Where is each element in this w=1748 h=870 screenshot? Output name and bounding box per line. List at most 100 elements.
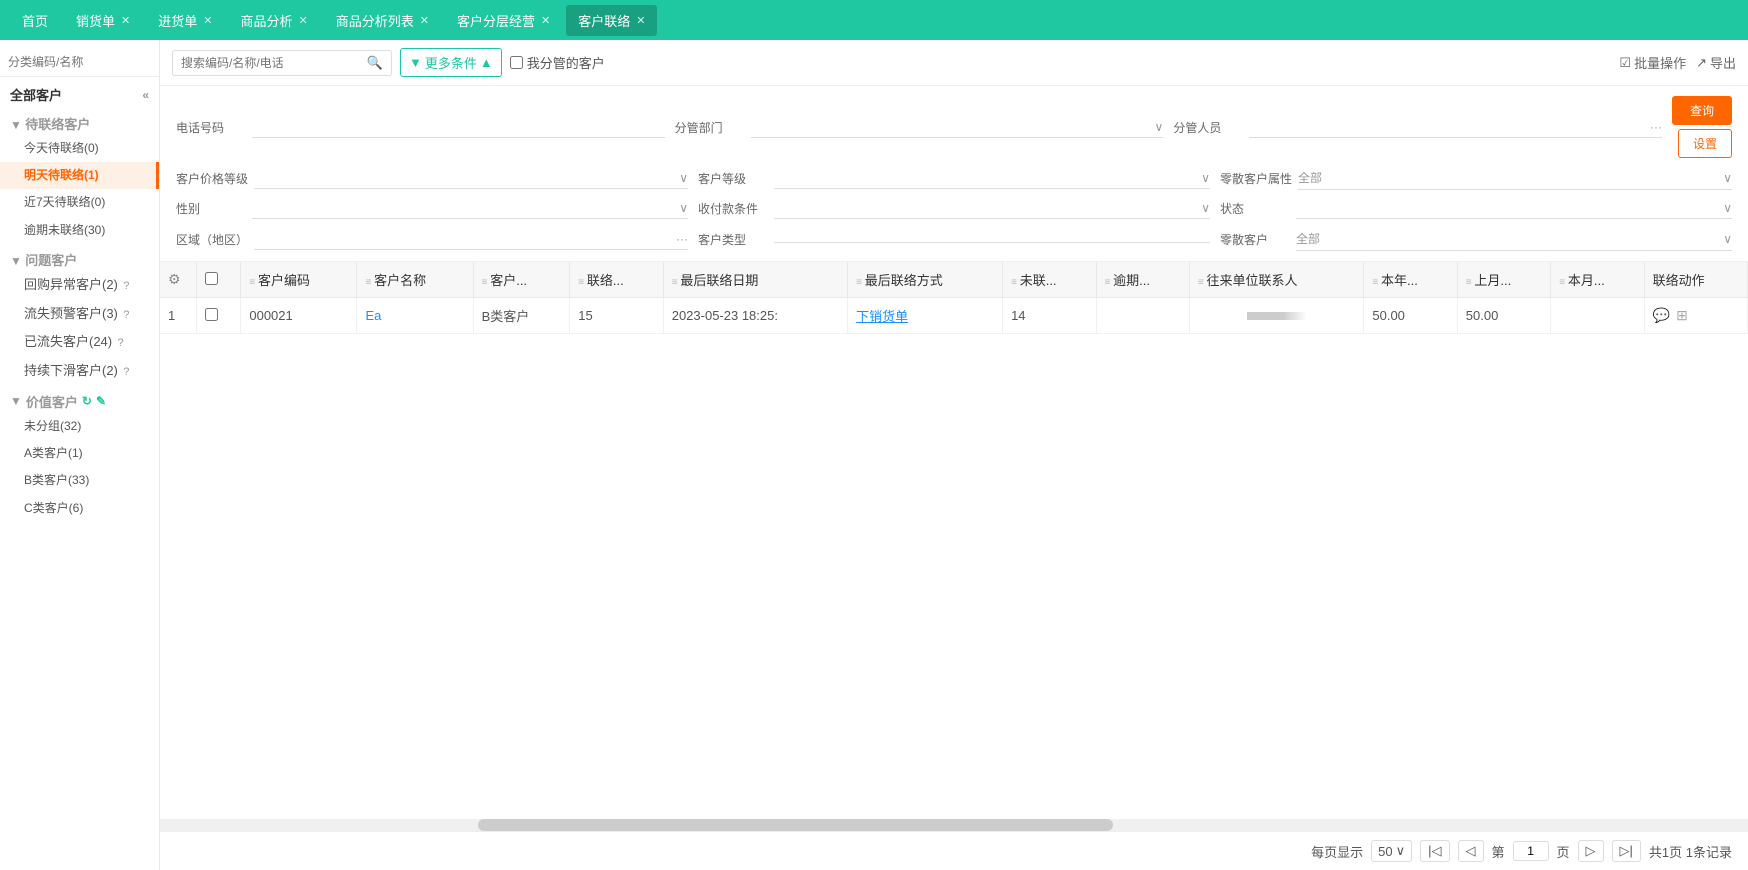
sidebar-b-class[interactable]: B类客户(33) [0, 467, 159, 494]
next-page-btn[interactable]: ▷ [1578, 840, 1604, 862]
sidebar-declining[interactable]: 持续下滑客户(2) ? [0, 357, 159, 386]
query-btn[interactable]: 查询 [1672, 96, 1732, 125]
sidebar-overdue[interactable]: 逾期未联络(30) [0, 217, 159, 244]
my-customer-checkbox-wrapper[interactable]: 我分管的客户 [510, 53, 605, 72]
comment-icon[interactable]: 💬 [1653, 307, 1670, 324]
col-code-header[interactable]: 客户编码 [241, 262, 357, 298]
sidebar-all-customers[interactable]: 全部客户 « [0, 77, 159, 108]
row-last-date: 2023-05-23 18:25: [663, 298, 847, 334]
gender-chevron-icon: ∨ [679, 201, 688, 215]
price-level-select[interactable]: ∨ [254, 168, 688, 189]
export-btn[interactable]: ↗ 导出 [1696, 53, 1736, 72]
sidebar-repurchase-abnormal[interactable]: 回购异常客户(2) ? [0, 271, 159, 300]
row-last-method[interactable]: 下销货单 [848, 298, 1003, 334]
retail-customer-select[interactable]: 全部 ∨ [1296, 227, 1732, 251]
nav-product-analysis-list-close[interactable]: ✕ [420, 14, 429, 27]
status-select[interactable]: ∨ [1296, 198, 1732, 219]
sidebar-c-class[interactable]: C类客户(6) [0, 495, 159, 522]
gender-select[interactable]: ∨ [252, 198, 688, 219]
phone-label: 电话号码 [176, 119, 246, 136]
manager-dots-icon[interactable]: ··· [1650, 120, 1662, 134]
filter-row-4: 区域（地区） ··· 客户类型 零散客户 全部 ∨ [176, 227, 1732, 251]
edit-value-icon[interactable]: ✎ [96, 394, 106, 408]
help-icon-4: ? [123, 366, 129, 378]
set-btn[interactable]: 设置 [1678, 129, 1732, 158]
nav-purchase[interactable]: 进货单 ✕ [146, 5, 224, 36]
row-uncontacted: 14 [1003, 298, 1096, 334]
sidebar-a-class[interactable]: A类客户(1) [0, 440, 159, 467]
nav-customer-tier-close[interactable]: ✕ [541, 14, 550, 27]
scrollbar-thumb[interactable] [478, 819, 1113, 831]
nav-customer-contact-close[interactable]: ✕ [636, 14, 645, 27]
sidebar-7day-pending[interactable]: 近7天待联络(0) [0, 189, 159, 216]
col-unit-contact-header[interactable]: 往来单位联系人 [1189, 262, 1363, 298]
per-page-select[interactable]: 50 ∨ [1371, 840, 1412, 862]
sidebar-ungrouped[interactable]: 未分组(32) [0, 413, 159, 440]
col-name-header[interactable]: 客户名称 [357, 262, 473, 298]
payment-select[interactable]: ∨ [774, 198, 1210, 219]
refresh-icon[interactable]: ↻ [82, 394, 92, 408]
nav-product-analysis[interactable]: 商品分析 ✕ [228, 5, 319, 36]
main-search-icon[interactable]: 🔍 [367, 55, 383, 71]
retail-attr-select[interactable]: 全部 ∨ [1298, 166, 1732, 190]
col-contact-header[interactable]: 联络... [570, 262, 663, 298]
total-label: 共1页 1条记录 [1649, 842, 1732, 861]
filter-dept: 分管部门 ∨ [675, 117, 1164, 138]
select-all-checkbox[interactable] [205, 272, 218, 285]
dept-select[interactable]: ∨ [751, 117, 1164, 138]
col-last-date-header[interactable]: 最后联络日期 [663, 262, 847, 298]
filter-retail-customer: 零散客户 全部 ∨ [1220, 227, 1732, 251]
page-input[interactable] [1513, 841, 1549, 861]
prev-page-btn[interactable]: ◁ [1458, 840, 1484, 862]
nav-purchase-close[interactable]: ✕ [203, 14, 212, 27]
col-this-month-header[interactable]: 本月... [1551, 262, 1644, 298]
nav-customer-contact[interactable]: 客户联络 ✕ [566, 5, 657, 36]
sidebar-search-input[interactable] [8, 55, 160, 69]
col-last-month-header[interactable]: 上月... [1457, 262, 1550, 298]
filter-payment: 收付款条件 ∨ [698, 198, 1210, 219]
col-checkbox-header[interactable] [196, 262, 241, 298]
more-filter-btn[interactable]: ▼ 更多条件 ▲ [400, 48, 502, 77]
col-type-header[interactable]: 客户... [473, 262, 570, 298]
col-uncontacted-header[interactable]: 未联... [1003, 262, 1096, 298]
filter-customer-level: 客户等级 ∨ [698, 168, 1210, 189]
col-gear[interactable]: ⚙ [160, 262, 196, 298]
nav-sales[interactable]: 销货单 ✕ [64, 5, 142, 36]
phone-input[interactable] [252, 117, 665, 138]
sidebar-churn-warning[interactable]: 流失预警客户(3) ? [0, 300, 159, 329]
last-page-btn[interactable]: ▷| [1612, 840, 1641, 862]
sidebar-today-pending[interactable]: 今天待联络(0) [0, 135, 159, 162]
bulk-action-btn[interactable]: ☑ 批量操作 [1619, 53, 1686, 72]
my-customer-checkbox[interactable] [510, 56, 523, 69]
dept-label: 分管部门 [675, 119, 745, 136]
region-select[interactable]: ··· [254, 229, 688, 250]
last-method-link[interactable]: 下销货单 [856, 309, 908, 324]
region-dots-icon[interactable]: ··· [676, 232, 688, 246]
sidebar-churned[interactable]: 已流失客户(24) ? [0, 328, 159, 357]
customer-level-select[interactable]: ∨ [774, 168, 1210, 189]
row-this-year: 50.00 [1364, 298, 1457, 334]
nav-product-analysis-list[interactable]: 商品分析列表 ✕ [324, 5, 441, 36]
row-checkbox[interactable] [205, 308, 218, 321]
row-checkbox-cell[interactable] [196, 298, 241, 334]
col-this-year-header[interactable]: 本年... [1364, 262, 1457, 298]
manager-select[interactable]: ··· [1249, 117, 1662, 138]
filter-row-3: 性别 ∨ 收付款条件 ∨ 状态 [176, 198, 1732, 219]
customer-type-select[interactable] [774, 236, 1210, 243]
main-search-input[interactable] [181, 56, 363, 70]
sidebar-search-box[interactable]: 🔍 [0, 48, 159, 77]
filter-region: 区域（地区） ··· [176, 229, 688, 250]
nav-sales-close[interactable]: ✕ [121, 14, 130, 27]
nav-home[interactable]: 首页 [10, 5, 60, 36]
gear-icon[interactable]: ⚙ [168, 271, 181, 287]
main-search-box[interactable]: 🔍 [172, 50, 392, 76]
sidebar-tomorrow-pending[interactable]: 明天待联络(1) [0, 162, 159, 189]
horizontal-scrollbar[interactable] [160, 819, 1748, 831]
sidebar-collapse-icon[interactable]: « [142, 88, 149, 102]
col-last-method-header[interactable]: 最后联络方式 [848, 262, 1003, 298]
nav-product-analysis-close[interactable]: ✕ [299, 14, 308, 27]
nav-customer-tier[interactable]: 客户分层经营 ✕ [445, 5, 562, 36]
first-page-btn[interactable]: |◁ [1420, 840, 1449, 862]
col-overdue-header[interactable]: 逾期... [1096, 262, 1189, 298]
grid-icon[interactable]: ⊞ [1676, 307, 1688, 324]
